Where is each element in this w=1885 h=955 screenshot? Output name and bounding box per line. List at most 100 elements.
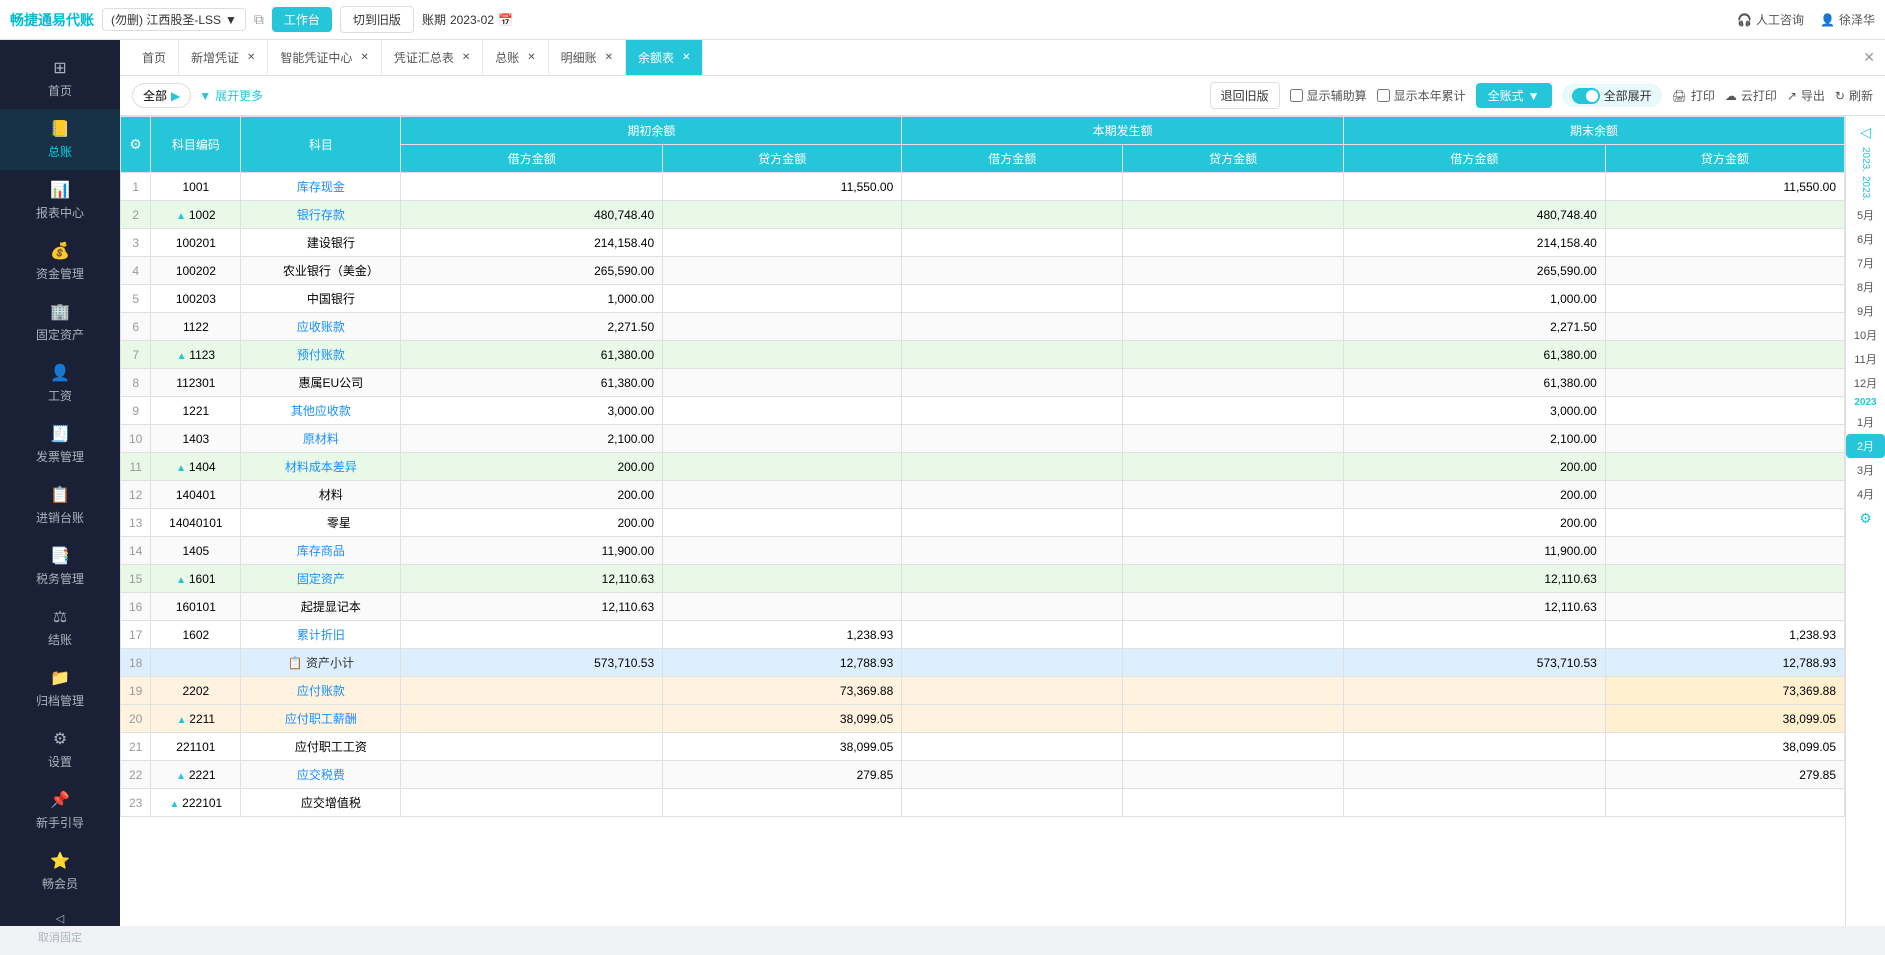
row-name[interactable]: 应付职工薪酬: [241, 705, 401, 733]
cal-month-6[interactable]: 6月: [1846, 227, 1885, 251]
row-name[interactable]: 应交增值税: [241, 789, 401, 817]
cal-settings-icon[interactable]: ⚙: [1859, 510, 1872, 527]
row-name[interactable]: 应交税费: [241, 761, 401, 789]
cal-month-1[interactable]: 1月: [1846, 410, 1885, 434]
sidebar-item-home[interactable]: ⊞ 首页: [0, 48, 120, 109]
row-name[interactable]: 累计折旧: [241, 621, 401, 649]
row-name[interactable]: 应收账款: [241, 313, 401, 341]
company-select[interactable]: (勿删) 江西股圣-LSS ▼: [102, 8, 246, 31]
row-name[interactable]: 固定资产: [241, 565, 401, 593]
service-button[interactable]: 🎧 人工咨询: [1737, 11, 1804, 28]
tab-smart-center-close[interactable]: ✕: [360, 52, 368, 63]
tab-balance[interactable]: 余额表 ✕: [626, 40, 703, 75]
row-name[interactable]: 库存商品: [241, 537, 401, 565]
switch-old-button[interactable]: 切到旧版: [340, 6, 414, 33]
row-name[interactable]: 中国银行: [241, 285, 401, 313]
sidebar-item-settle[interactable]: ⚖ 结账: [0, 597, 120, 658]
full-mode-button[interactable]: 全账式 ▼: [1476, 83, 1552, 108]
row-name[interactable]: 银行存款: [241, 201, 401, 229]
tab-new-voucher-close[interactable]: ✕: [247, 52, 255, 63]
sidebar-item-settings[interactable]: ⚙ 设置: [0, 719, 120, 780]
cal-month-3[interactable]: 3月: [1846, 458, 1885, 482]
sidebar-item-invoice[interactable]: 🧾 发票管理: [0, 414, 120, 475]
th-setting[interactable]: ⚙: [121, 117, 151, 173]
show-ytd-checkbox[interactable]: 显示本年累计: [1377, 87, 1466, 104]
tab-new-voucher[interactable]: 新增凭证 ✕: [179, 40, 268, 75]
cal-month-12[interactable]: 12月: [1846, 371, 1885, 395]
row-name[interactable]: 原材料: [241, 425, 401, 453]
cal-month-2[interactable]: 2月: [1846, 434, 1885, 458]
row-name[interactable]: 其他应收款: [241, 397, 401, 425]
row-code: ▲ 1002: [151, 201, 241, 229]
sidebar-item-archive[interactable]: 📁 归档管理: [0, 658, 120, 719]
aux-checkbox-input[interactable]: [1290, 89, 1303, 102]
workbench-button[interactable]: 工作台: [272, 7, 332, 32]
row-name[interactable]: 预付账款: [241, 341, 401, 369]
row-name[interactable]: 建设银行: [241, 229, 401, 257]
sidebar-item-ledger[interactable]: 📒 总账: [0, 109, 120, 170]
row-name[interactable]: 材料成本差异: [241, 453, 401, 481]
all-filter-button[interactable]: 全部 ▶: [132, 83, 191, 108]
row-name[interactable]: 农业银行（美金）: [241, 257, 401, 285]
tab-voucher-summary[interactable]: 凭证汇总表 ✕: [382, 40, 483, 75]
tab-detail-close[interactable]: ✕: [605, 52, 613, 63]
show-aux-checkbox[interactable]: 显示辅助算: [1290, 87, 1367, 104]
row-name[interactable]: 应付账款: [241, 677, 401, 705]
cur-debit: [902, 761, 1123, 789]
row-name[interactable]: 起提显记本: [241, 593, 401, 621]
tab-smart-center[interactable]: 智能凭证中心 ✕: [268, 40, 381, 75]
user-menu[interactable]: 👤 徐泽华: [1820, 11, 1875, 28]
tab-detail[interactable]: 明细账 ✕: [549, 40, 626, 75]
row-name[interactable]: 材料: [241, 481, 401, 509]
tab-balance-close[interactable]: ✕: [682, 52, 690, 63]
cal-month-8[interactable]: 8月: [1846, 275, 1885, 299]
cal-month-10[interactable]: 10月: [1846, 323, 1885, 347]
cal-month-7[interactable]: 7月: [1846, 251, 1885, 275]
row-name[interactable]: 库存现金: [241, 173, 401, 201]
open-credit: [663, 369, 902, 397]
tab-home[interactable]: 首页: [130, 40, 179, 75]
close-credit: [1605, 201, 1844, 229]
row-name[interactable]: 应付职工工资: [241, 733, 401, 761]
cal-month-4[interactable]: 4月: [1846, 482, 1885, 506]
cal-month-5[interactable]: 5月: [1846, 203, 1885, 227]
table-row: 4100202农业银行（美金）265,590.00265,590.00: [121, 257, 1845, 285]
table-setting-icon[interactable]: ⚙: [129, 136, 142, 152]
row-name[interactable]: 📋 资产小计: [241, 649, 401, 677]
unpin-button[interactable]: ◁ 取消固定: [0, 902, 120, 955]
export-button[interactable]: ↗ 导出: [1787, 87, 1825, 104]
cal-month-9[interactable]: 9月: [1846, 299, 1885, 323]
sidebar-item-tax[interactable]: 📑 税务管理: [0, 536, 120, 597]
sidebar-item-guide[interactable]: 📌 新手引导: [0, 780, 120, 841]
invoice-icon: 🧾: [50, 424, 70, 444]
calendar-icon[interactable]: 📅: [498, 13, 513, 27]
sidebar-item-vip[interactable]: ⭐ 畅会员: [0, 841, 120, 902]
expand-more-button[interactable]: ▼ 展开更多: [199, 87, 263, 104]
toggle-switch[interactable]: [1572, 88, 1600, 104]
copy-icon[interactable]: ⧉: [254, 11, 264, 28]
print-button[interactable]: 🖨 打印: [1672, 87, 1715, 104]
row-name[interactable]: 惠属EU公司: [241, 369, 401, 397]
refresh-button[interactable]: ↻ 刷新: [1835, 87, 1873, 104]
close-all-tabs[interactable]: ✕: [1863, 49, 1875, 66]
cal-month-11[interactable]: 11月: [1846, 347, 1885, 371]
row-number: 14: [121, 537, 151, 565]
ytd-checkbox-input[interactable]: [1377, 89, 1390, 102]
cal-expand-icon[interactable]: ◁: [1860, 124, 1871, 141]
open-credit: [663, 229, 902, 257]
expand-all-toggle[interactable]: 全部展开: [1562, 84, 1662, 107]
tab-ledger-close[interactable]: ✕: [527, 52, 535, 63]
row-name[interactable]: 零星: [241, 509, 401, 537]
close-credit: [1605, 789, 1844, 817]
sidebar-item-asset[interactable]: 🏢 固定资产: [0, 292, 120, 353]
sidebar-item-report[interactable]: 📊 报表中心: [0, 170, 120, 231]
return-old-button[interactable]: 退回旧版: [1210, 82, 1280, 109]
tab-voucher-summary-close[interactable]: ✕: [462, 52, 470, 63]
tab-ledger[interactable]: 总账 ✕: [483, 40, 548, 75]
sidebar-item-sales[interactable]: 📋 进销台账: [0, 475, 120, 536]
sidebar-item-capital[interactable]: 💰 资金管理: [0, 231, 120, 292]
cloud-print-button[interactable]: ☁ 云打印: [1725, 87, 1777, 104]
main-layout: ⊞ 首页 📒 总账 📊 报表中心 💰 资金管理 🏢 固定资产 👤 工资 🧾 发票…: [0, 40, 1885, 926]
sidebar-item-salary[interactable]: 👤 工资: [0, 353, 120, 414]
open-credit: 279.85: [663, 761, 902, 789]
